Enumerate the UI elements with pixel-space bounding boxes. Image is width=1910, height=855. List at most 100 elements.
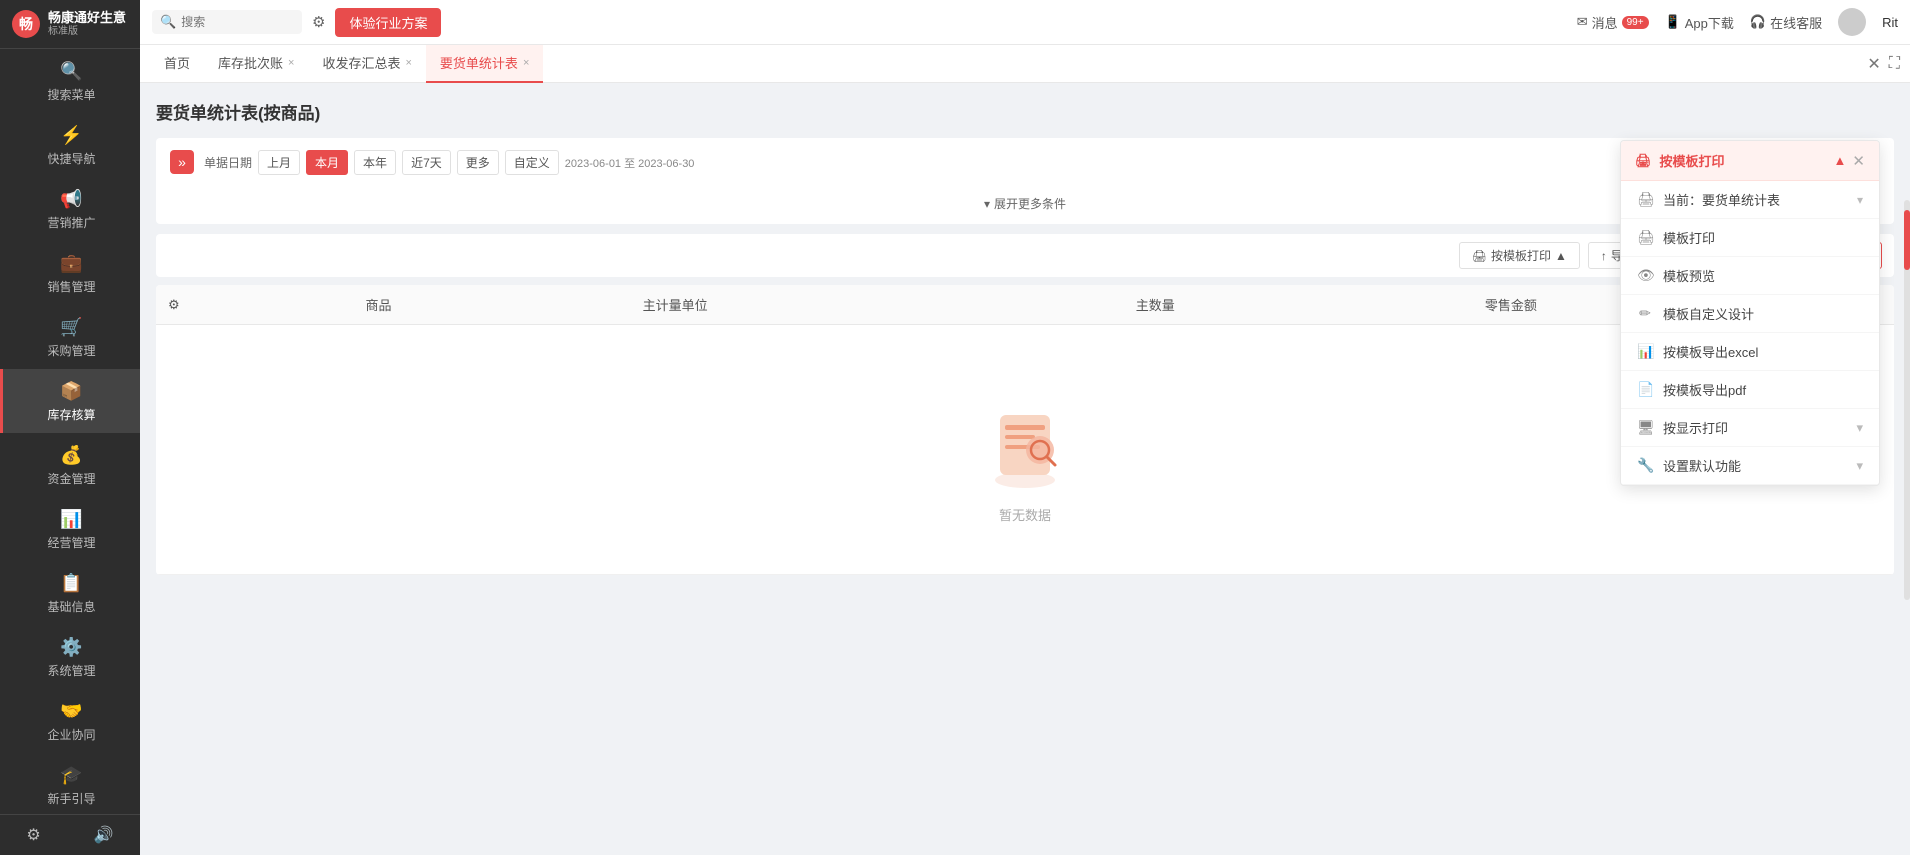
sidebar-icon-collab: 🤝 — [60, 701, 82, 722]
dropdown-set-default[interactable]: 🔧 设置默认功能 ▾ — [1621, 447, 1879, 485]
sidebar-item-purchase[interactable]: 🛒采购管理 — [0, 305, 140, 369]
set-default-label: 设置默认功能 — [1663, 456, 1741, 475]
display-print-label: 按显示打印 — [1663, 418, 1728, 437]
message-action[interactable]: ✉ 消息 99+ — [1577, 13, 1649, 32]
date-btn-year[interactable]: 本年 — [354, 150, 396, 175]
app-logo-text: 畅康通好生意 标准版 — [48, 10, 126, 38]
date-btn-week7[interactable]: 近7天 — [402, 150, 451, 175]
empty-text: 暂无数据 — [999, 505, 1051, 524]
tab-order-stats[interactable]: 要货单统计表 × — [426, 45, 543, 83]
filter-expand-button[interactable]: » — [170, 150, 194, 174]
dropdown-chevron-icon[interactable]: ▲ — [1834, 153, 1847, 168]
dropdown-title: 🖨 按模板打印 — [1635, 151, 1725, 170]
template-design-label: 模板自定义设计 — [1663, 304, 1754, 323]
date-btn-curr[interactable]: 本月 — [306, 150, 348, 175]
sidebar-label-guide: 新手引导 — [47, 790, 95, 807]
print-template-label: 按模板打印 — [1491, 247, 1551, 264]
sidebar-icon-shortcut: ⚡ — [60, 125, 82, 146]
tab-label-batch: 库存批次账 — [218, 53, 283, 72]
app-subtitle: 标准版 — [48, 26, 126, 38]
sidebar-icon-guide: 🎓 — [60, 765, 82, 786]
sidebar-item-operations[interactable]: 📊经营管理 — [0, 497, 140, 561]
dropdown-display-print[interactable]: 🖥 按显示打印 ▾ — [1621, 409, 1879, 447]
col-header-qty: 主数量 — [1124, 285, 1473, 325]
dropdown-template-preview[interactable]: 👁 模板预览 — [1621, 257, 1879, 295]
dropdown-title-label: 按模板打印 — [1660, 151, 1725, 170]
dropdown-header: 🖨 按模板打印 ▲ ✕ — [1621, 141, 1879, 181]
dropdown-template-design[interactable]: ✏ 模板自定义设计 — [1621, 295, 1879, 333]
export-icon: ↑ — [1601, 249, 1607, 263]
close-window-button[interactable]: ✕ — [1867, 54, 1880, 74]
current-print-icon: 🖨 — [1637, 191, 1653, 208]
template-preview-icon: 👁 — [1637, 267, 1653, 284]
tab-close-batch[interactable]: × — [288, 57, 294, 69]
empty-icon — [975, 395, 1075, 495]
sidebar-icon-basic: 📋 — [60, 573, 82, 594]
sidebar-item-system[interactable]: ⚙️系统管理 — [0, 625, 140, 689]
tab-close-order-stats[interactable]: × — [523, 57, 529, 69]
right-scrollbar[interactable] — [1904, 200, 1910, 600]
sidebar-item-inventory[interactable]: 📦库存核算 — [0, 369, 140, 433]
sidebar-item-sales[interactable]: 💼销售管理 — [0, 241, 140, 305]
dropdown-current-item[interactable]: 🖨 当前：要货单统计表 ▾ — [1621, 181, 1879, 219]
sidebar-item-guide[interactable]: 🎓 新手引导 — [0, 753, 140, 814]
online-service-icon: 🎧 — [1750, 14, 1766, 30]
col-header-product: 商品 — [354, 285, 631, 325]
template-print-icon: 🖨 — [1637, 229, 1653, 246]
topbar-actions: ✉ 消息 99+ 📱 App下载 🎧 在线客服 Rit — [1577, 8, 1898, 36]
print-template-button[interactable]: 🖨 按模板打印 ▲ — [1459, 242, 1580, 269]
page-title: 要货单统计表(按商品) — [156, 99, 1894, 124]
settings-bottom-icon[interactable]: ⚙ — [26, 825, 40, 845]
sidebar-item-collab[interactable]: 🤝 企业协同 — [0, 689, 140, 753]
app-download-action[interactable]: 📱 App下载 — [1665, 13, 1734, 32]
tab-close-summary[interactable]: × — [405, 57, 411, 69]
expand-conditions-button[interactable]: ▾ 展开更多条件 — [984, 195, 1066, 212]
sidebar-item-finance[interactable]: 💰资金管理 — [0, 433, 140, 497]
app-title: 畅康通好生意 — [48, 10, 126, 26]
date-btn-prev[interactable]: 上月 — [258, 150, 300, 175]
sidebar-label-inventory: 库存核算 — [47, 406, 95, 423]
sidebar-label-shortcut: 快捷导航 — [47, 150, 95, 167]
sidebar-item-marketing[interactable]: 📢 营销推广 — [0, 177, 140, 241]
sidebar-item-search[interactable]: 🔍搜索菜单 — [0, 49, 140, 113]
topbar-search-box[interactable]: 🔍 — [152, 10, 302, 34]
tab-batch[interactable]: 库存批次账 × — [204, 45, 308, 83]
sidebar-icon-search: 🔍 — [60, 61, 82, 82]
sidebar-label-marketing: 营销推广 — [47, 214, 95, 231]
dropdown-header-actions: ▲ ✕ — [1834, 152, 1865, 170]
dropdown-template-excel[interactable]: 📊 按模板导出excel — [1621, 333, 1879, 371]
dropdown-template-print[interactable]: 🖨 模板打印 — [1621, 219, 1879, 257]
topbar-settings-icon[interactable]: ⚙ — [312, 13, 325, 31]
sidebar-icon-sales: 💼 — [60, 253, 82, 274]
app-download-label: App下载 — [1685, 13, 1734, 32]
current-template-chevron-icon: ▾ — [1857, 193, 1863, 207]
sidebar-item-shortcut[interactable]: ⚡ 快捷导航 — [0, 113, 140, 177]
sidebar-icon-marketing: 📢 — [60, 189, 82, 210]
dropdown-close-button[interactable]: ✕ — [1852, 152, 1865, 170]
col-header-gear[interactable]: ⚙ — [156, 285, 354, 325]
sidebar-icon-finance: 💰 — [60, 445, 82, 466]
search-input[interactable] — [181, 15, 281, 29]
date-range-display: 2023-06-01 至 2023-06-30 — [565, 155, 695, 171]
sidebar-logo: 畅 畅康通好生意 标准版 — [0, 0, 140, 49]
sidebar-bottom: ⚙ 🔊 — [0, 814, 140, 855]
user-avatar[interactable] — [1838, 8, 1866, 36]
sidebar-label-collab: 企业协同 — [47, 726, 95, 743]
maximize-window-button[interactable]: ⛶ — [1889, 55, 1900, 73]
dropdown-template-pdf[interactable]: 📄 按模板导出pdf — [1621, 371, 1879, 409]
tab-summary[interactable]: 收发存汇总表 × — [308, 45, 425, 83]
tab-home[interactable]: 首页 — [150, 45, 204, 83]
online-service-action[interactable]: 🎧 在线客服 — [1750, 13, 1822, 32]
display-print-chevron-icon: ▾ — [1856, 420, 1863, 436]
sidebar-item-basic[interactable]: 📋基础信息 — [0, 561, 140, 625]
set-default-icon: 🔧 — [1637, 457, 1653, 474]
expand-conditions-label: 展开更多条件 — [994, 195, 1066, 212]
print-template-dropdown: 🖨 按模板打印 ▲ ✕ 🖨 当前：要货单统计表 ▾ 🖨 模板打印 👁 模板预览 … — [1620, 140, 1880, 486]
date-filter-group: 单据日期 上月 本月 本年 近7天 更多 自定义 2023-06-01 至 20… — [204, 150, 694, 175]
date-btn-more[interactable]: 更多 — [457, 150, 499, 175]
trial-industry-button[interactable]: 体验行业方案 — [335, 8, 441, 37]
sound-bottom-icon[interactable]: 🔊 — [94, 825, 114, 845]
col-header-unit: 主计量单位 — [631, 285, 1124, 325]
search-icon: 🔍 — [160, 14, 176, 30]
date-btn-custom[interactable]: 自定义 — [505, 150, 559, 175]
